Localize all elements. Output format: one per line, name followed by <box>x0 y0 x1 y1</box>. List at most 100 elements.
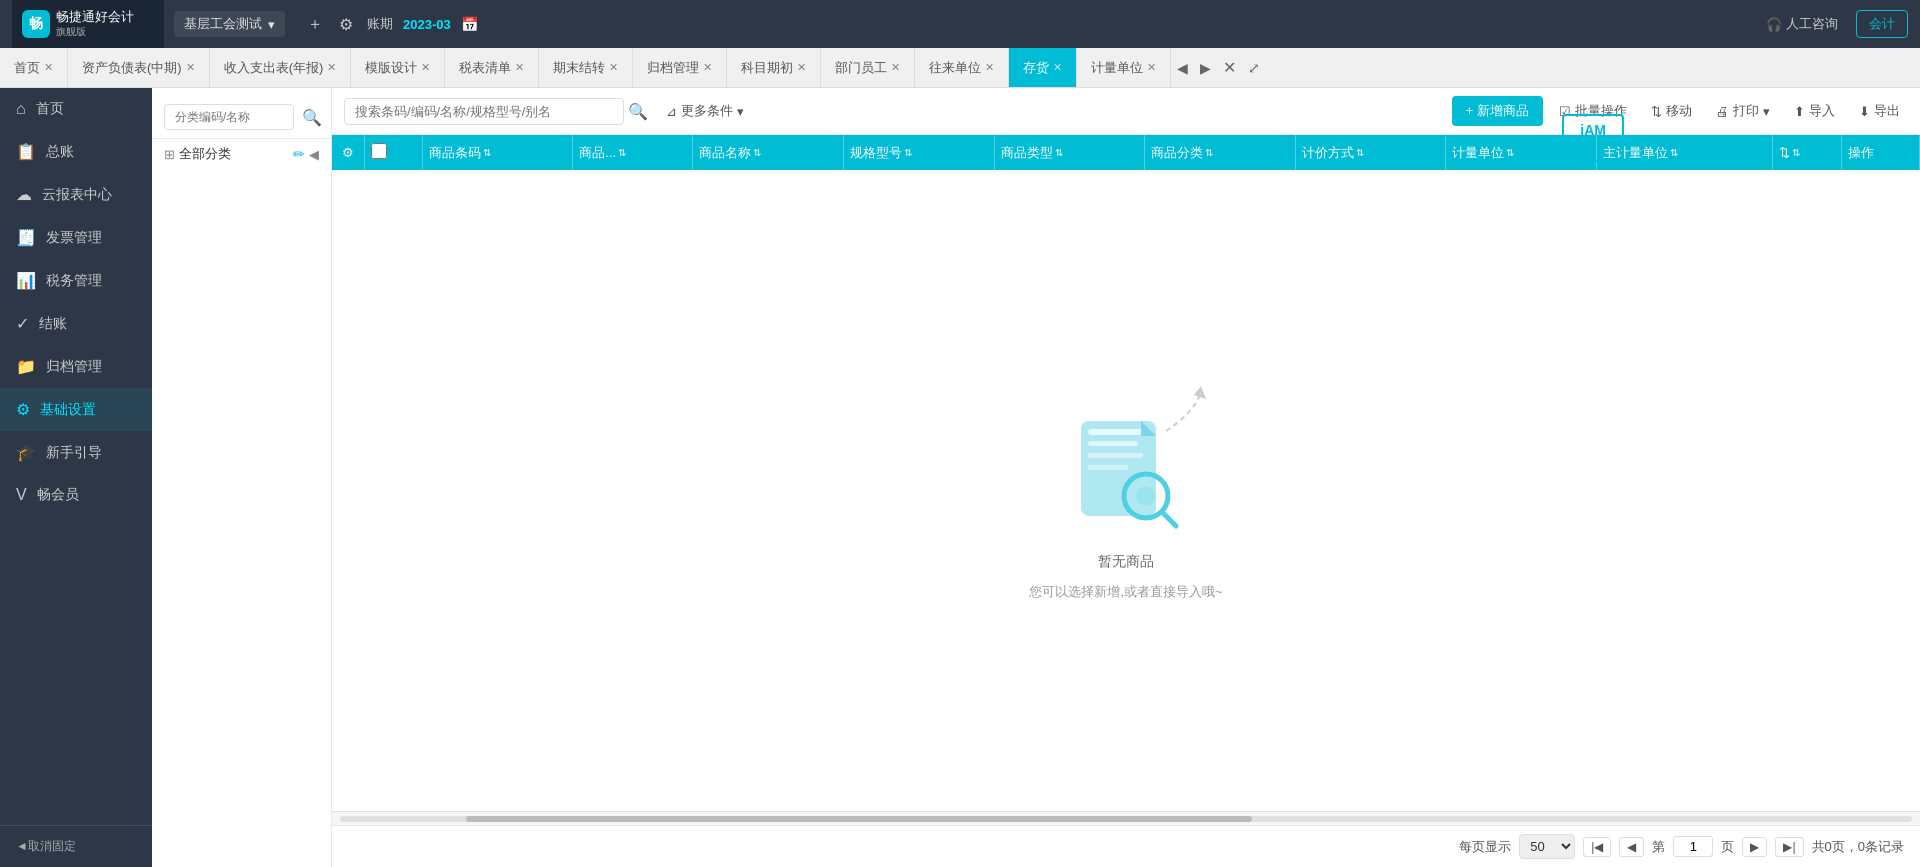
tab-首页[interactable]: 首页✕ <box>0 48 68 87</box>
per-page-label: 每页显示 <box>1459 838 1511 856</box>
account-button[interactable]: 会计 <box>1856 10 1908 38</box>
tab-close-icon[interactable]: ✕ <box>327 61 336 74</box>
sidebar-icon-归档管理: 📁 <box>16 357 36 376</box>
sort-icon-5[interactable]: ⇅ <box>904 147 912 158</box>
tab-expand-button[interactable]: ⤢ <box>1242 60 1266 76</box>
move-button[interactable]: ⇅ 移动 <box>1643 97 1700 125</box>
sidebar-item-总账[interactable]: 📋 总账 <box>0 130 152 173</box>
print-button[interactable]: 🖨 打印 ▾ <box>1708 97 1778 125</box>
calendar-icon[interactable]: 📅 <box>461 16 478 32</box>
sidebar-item-发票管理[interactable]: 🧾 发票管理 <box>0 216 152 259</box>
sidebar-item-结账[interactable]: ✓ 结账 <box>0 302 152 345</box>
consultant-button[interactable]: 🎧 人工咨询 <box>1758 11 1846 37</box>
tab-存货[interactable]: 存货✕ <box>1009 48 1077 87</box>
sidebar-item-归档管理[interactable]: 📁 归档管理 <box>0 345 152 388</box>
more-filters-button[interactable]: ⊿ 更多条件 ▾ <box>656 97 754 125</box>
table-col-8[interactable]: 计价方式⇅ <box>1295 135 1446 170</box>
category-search-input[interactable] <box>164 104 294 130</box>
table-col-6[interactable]: 商品类型⇅ <box>994 135 1145 170</box>
tab-部门员工[interactable]: 部门员工✕ <box>821 48 915 87</box>
sort-icon-10[interactable]: ⇅ <box>1670 147 1678 158</box>
tab-label: 资产负债表(中期) <box>82 59 182 77</box>
tab-close-icon[interactable]: ✕ <box>1053 61 1062 74</box>
company-selector[interactable]: 基层工会测试 ▾ <box>174 11 285 37</box>
select-all-checkbox[interactable] <box>371 143 387 159</box>
tab-close-all-button[interactable]: ✕ <box>1217 58 1242 77</box>
filter-chevron: ▾ <box>737 104 744 119</box>
tab-科目期初[interactable]: 科目期初✕ <box>727 48 821 87</box>
export-button[interactable]: ⬇ 导出 <box>1851 97 1908 125</box>
top-bar: 畅 畅捷通好会计 旗舰版 基层工会测试 ▾ ＋ ⚙ 账期 2023-03 📅 🎧… <box>0 0 1920 48</box>
tab-税表清单[interactable]: 税表清单✕ <box>445 48 539 87</box>
table-col-7[interactable]: 商品分类⇅ <box>1145 135 1296 170</box>
table-search-input[interactable] <box>344 98 624 125</box>
tab-收入支出表(年报)[interactable]: 收入支出表(年报)✕ <box>210 48 352 87</box>
sidebar-item-税务管理[interactable]: 📊 税务管理 <box>0 259 152 302</box>
sort-icon-11[interactable]: ⇅ <box>1792 147 1800 158</box>
tab-往来单位[interactable]: 往来单位✕ <box>915 48 1009 87</box>
sidebar-item-新手引导[interactable]: 🎓 新手引导 <box>0 431 152 474</box>
prev-page-button[interactable]: ◀ <box>1619 837 1644 857</box>
sort-icon-6[interactable]: ⇅ <box>1055 147 1063 158</box>
sort-icon-3[interactable]: ⇅ <box>618 147 626 158</box>
table-col-3[interactable]: 商品...⇅ <box>573 135 693 170</box>
table-search-button[interactable]: 🔍 <box>628 102 648 121</box>
all-category-item[interactable]: ⊞ 全部分类 ✏ ◀ <box>152 139 331 169</box>
sidebar-item-云报表中心[interactable]: ☁ 云报表中心 <box>0 173 152 216</box>
tab-close-icon[interactable]: ✕ <box>421 61 430 74</box>
table-col-12[interactable]: 操作 <box>1841 135 1919 170</box>
tab-归档管理[interactable]: 归档管理✕ <box>633 48 727 87</box>
settings-button[interactable]: ⚙ <box>335 11 357 38</box>
table-col-1[interactable] <box>364 135 422 170</box>
sort-icon-8[interactable]: ⇅ <box>1356 147 1364 158</box>
svg-rect-2 <box>1088 441 1138 446</box>
tab-期末结转[interactable]: 期末结转✕ <box>539 48 633 87</box>
next-page-button[interactable]: ▶ <box>1742 837 1767 857</box>
move-label: 移动 <box>1666 102 1692 120</box>
sort-icon-4[interactable]: ⇅ <box>753 147 761 158</box>
add-tab-button[interactable]: ＋ <box>303 10 327 39</box>
tab-计量单位[interactable]: 计量单位✕ <box>1077 48 1171 87</box>
sidebar-item-基础设置[interactable]: ⚙ 基础设置 <box>0 388 152 431</box>
table-col-4[interactable]: 商品名称⇅ <box>693 135 844 170</box>
sort-icon-7[interactable]: ⇅ <box>1205 147 1213 158</box>
tab-close-icon[interactable]: ✕ <box>797 61 806 74</box>
print-chevron: ▾ <box>1763 104 1770 119</box>
tab-close-icon[interactable]: ✕ <box>985 61 994 74</box>
horizontal-scrollbar[interactable] <box>332 811 1920 825</box>
iam-button[interactable]: iAM * <box>1562 114 1624 162</box>
sidebar-item-畅会员[interactable]: V 畅会员 <box>0 474 152 516</box>
tab-close-icon[interactable]: ✕ <box>1147 61 1156 74</box>
tab-close-icon[interactable]: ✕ <box>609 61 618 74</box>
svg-rect-1 <box>1088 429 1148 435</box>
tab-close-icon[interactable]: ✕ <box>891 61 900 74</box>
tab-next-button[interactable]: ▶ <box>1194 60 1217 76</box>
scrollbar-track <box>340 816 1912 822</box>
sidebar-item-首页[interactable]: ⌂ 首页 <box>0 88 152 130</box>
scrollbar-thumb[interactable] <box>466 816 1252 822</box>
pagination-bar: 每页显示 50 10 20 100 |◀ ◀ 第 页 ▶ ▶| 共0页，0条记录 <box>332 825 1920 867</box>
category-search-button[interactable]: 🔍 <box>302 108 322 127</box>
table-col-11[interactable]: ⇅⇅ <box>1773 135 1841 170</box>
last-page-button[interactable]: ▶| <box>1775 837 1803 857</box>
tab-close-icon[interactable]: ✕ <box>44 61 53 74</box>
import-button[interactable]: ⬆ 导入 <box>1786 97 1843 125</box>
page-input[interactable] <box>1673 836 1713 857</box>
tab-close-icon[interactable]: ✕ <box>515 61 524 74</box>
per-page-select[interactable]: 50 10 20 100 <box>1519 834 1575 859</box>
collapse-icon[interactable]: ◀ <box>309 147 319 162</box>
edit-icon[interactable]: ✏ <box>293 146 305 162</box>
table-col-2[interactable]: 商品条码⇅ <box>422 135 573 170</box>
tab-模版设计[interactable]: 模版设计✕ <box>351 48 445 87</box>
tab-close-icon[interactable]: ✕ <box>186 61 195 74</box>
table-col-5[interactable]: 规格型号⇅ <box>843 135 994 170</box>
tab-close-icon[interactable]: ✕ <box>703 61 712 74</box>
sort-icon-9[interactable]: ⇅ <box>1506 147 1514 158</box>
first-page-button[interactable]: |◀ <box>1583 837 1611 857</box>
tab-资产负债表(中期)[interactable]: 资产负债表(中期) ✕ <box>68 48 210 87</box>
sidebar-pin-button[interactable]: ◄取消固定 <box>0 825 152 867</box>
sort-icon-2[interactable]: ⇅ <box>483 147 491 158</box>
tab-prev-button[interactable]: ◀ <box>1171 60 1194 76</box>
add-product-button[interactable]: + 新增商品 <box>1452 96 1543 126</box>
tab-label: 收入支出表(年报) <box>224 59 324 77</box>
